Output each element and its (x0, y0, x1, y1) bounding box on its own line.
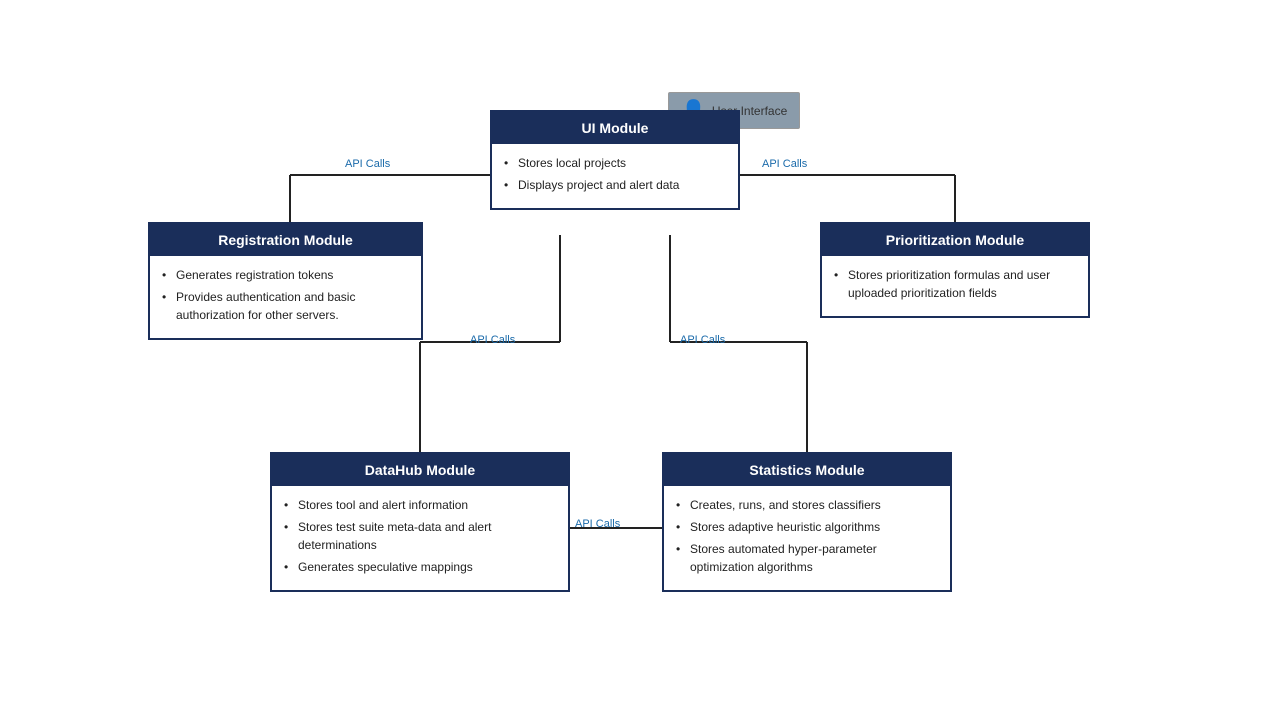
reg-module-body: Generates registration tokens Provides a… (150, 256, 421, 338)
datahub-module: DataHub Module Stores tool and alert inf… (270, 452, 570, 592)
stats-module-body: Creates, runs, and stores classifiers St… (664, 486, 950, 590)
ui-bullet-2: Displays project and alert data (504, 176, 726, 194)
stats-bullet-2: Stores adaptive heuristic algorithms (676, 518, 938, 536)
stats-module-header: Statistics Module (664, 454, 950, 486)
ui-module-body: Stores local projects Displays project a… (492, 144, 738, 208)
reg-bullet-1: Generates registration tokens (162, 266, 409, 284)
reg-bullet-2: Provides authentication and basic author… (162, 288, 409, 324)
connections-svg (0, 0, 1280, 720)
api-label-datahub: API Calls (470, 334, 515, 346)
datahub-module-header: DataHub Module (272, 454, 568, 486)
registration-module: Registration Module Generates registrati… (148, 222, 423, 340)
statistics-module: Statistics Module Creates, runs, and sto… (662, 452, 952, 592)
api-label-statistics: API Calls (680, 334, 725, 346)
datahub-module-body: Stores tool and alert information Stores… (272, 486, 568, 590)
datahub-bullet-3: Generates speculative mappings (284, 558, 556, 576)
ui-module-header: UI Module (492, 112, 738, 144)
ui-module: UI Module Stores local projects Displays… (490, 110, 740, 210)
api-label-prioritization: API Calls (762, 158, 807, 170)
prio-module-header: Prioritization Module (822, 224, 1088, 256)
api-label-datahub-stats: API Calls (575, 518, 620, 530)
prioritization-module: Prioritization Module Stores prioritizat… (820, 222, 1090, 318)
prio-bullet-1: Stores prioritization formulas and user … (834, 266, 1076, 302)
api-label-registration: API Calls (345, 158, 390, 170)
stats-bullet-3: Stores automated hyper-parameter optimiz… (676, 540, 938, 576)
diagram-container: API Calls API Calls API Calls API Calls … (0, 0, 1280, 720)
datahub-bullet-2: Stores test suite meta-data and alert de… (284, 518, 556, 554)
reg-module-header: Registration Module (150, 224, 421, 256)
datahub-bullet-1: Stores tool and alert information (284, 496, 556, 514)
prio-module-body: Stores prioritization formulas and user … (822, 256, 1088, 316)
stats-bullet-1: Creates, runs, and stores classifiers (676, 496, 938, 514)
ui-bullet-1: Stores local projects (504, 154, 726, 172)
